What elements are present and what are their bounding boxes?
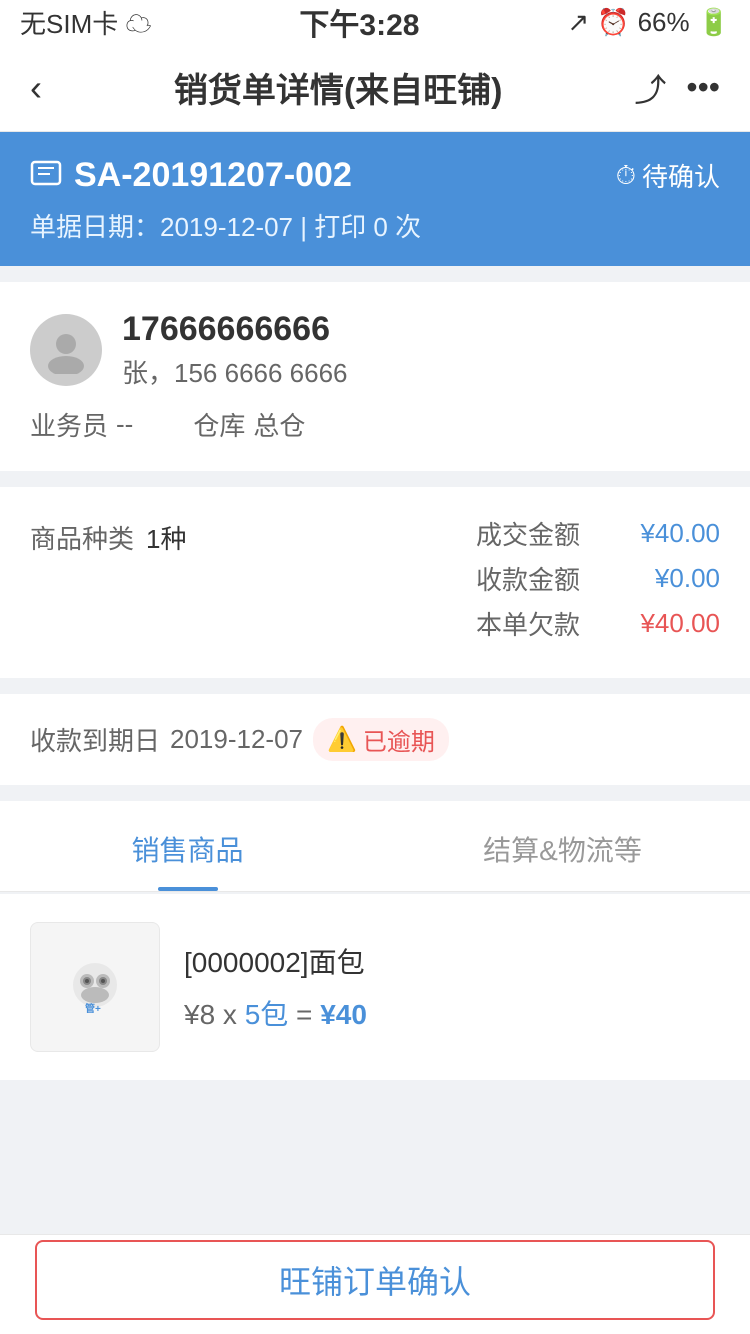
due-card: 收款到期日 2019-12-07 ⚠️ 已逾期: [0, 694, 750, 785]
warning-icon: ⚠️: [327, 725, 357, 754]
overdue-label: 已逾期: [363, 722, 435, 757]
status-bar-time: 下午3:28: [299, 0, 419, 44]
bottom-bar: 旺铺订单确认: [0, 1234, 750, 1334]
warehouse: 仓库 总仓: [193, 406, 305, 443]
nav-bar: ‹ 销货单详情(来自旺铺) ⤴ •••: [0, 44, 750, 132]
order-header-row1: SA-20191207-002 ⏱ 待确认: [30, 156, 720, 195]
tab-settlement[interactable]: 结算&物流等: [375, 801, 750, 891]
sales-rep-label: 业务员: [30, 406, 108, 443]
product-card: 管+ [0000002]面包 ¥8 x 5包 = ¥40: [0, 894, 750, 1080]
svg-text:管+: 管+: [85, 1002, 101, 1015]
share-icon[interactable]: ⤴: [634, 65, 666, 111]
product-type-value: 1种: [146, 519, 186, 556]
amount-row-1: 收款金额 ¥0.00: [476, 560, 720, 597]
nav-actions: ⤴ •••: [634, 65, 720, 111]
tab-sales-product[interactable]: 销售商品: [0, 801, 375, 891]
order-icon: [30, 156, 62, 195]
product-equals: =: [288, 999, 320, 1030]
product-info: [0000002]面包 ¥8 x 5包 = ¥40: [184, 941, 720, 1033]
product-type-label: 商品种类: [30, 519, 134, 556]
amount-value-1: ¥0.00: [600, 563, 720, 594]
status-bar-right: ↗ ⏰ 66% 🔋: [567, 7, 730, 38]
product-price: ¥8 x 5包 = ¥40: [184, 993, 720, 1033]
order-date: 单据日期：2019-12-07 | 打印 0 次: [30, 207, 720, 244]
sales-rep: 业务员 --: [30, 406, 133, 443]
warehouse-label: 仓库: [193, 406, 245, 443]
sim-label: 无SIM卡 ☁: [20, 4, 151, 41]
alarm-icon: ⏰: [597, 7, 629, 38]
warehouse-value: 总仓: [253, 406, 305, 443]
status-bar: 无SIM卡 ☁ 下午3:28 ↗ ⏰ 66% 🔋: [0, 0, 750, 44]
confirm-button[interactable]: 旺铺订单确认: [35, 1240, 715, 1320]
amounts: 成交金额 ¥40.00 收款金额 ¥0.00 本单欠款 ¥40.00: [476, 515, 720, 650]
due-date-value: 2019-12-07: [170, 724, 303, 755]
amount-label-0: 成交金额: [476, 515, 580, 552]
product-qty: 5包: [245, 999, 289, 1030]
clock-icon: ⏱: [616, 160, 636, 192]
product-price-text: ¥8 x: [184, 999, 245, 1030]
product-image: 管+: [30, 922, 160, 1052]
amount-label-1: 收款金额: [476, 560, 580, 597]
status-bar-left: 无SIM卡 ☁: [20, 4, 151, 41]
location-icon: ↗: [567, 7, 589, 38]
summary-card: 商品种类 1种 成交金额 ¥40.00 收款金额 ¥0.00 本单欠款 ¥40.…: [0, 487, 750, 678]
amount-row-0: 成交金额 ¥40.00: [476, 515, 720, 552]
avatar: [30, 314, 102, 386]
back-button[interactable]: ‹: [30, 67, 42, 109]
customer-meta: 业务员 -- 仓库 总仓: [30, 406, 720, 443]
customer-details: 17666666666 张，156 6666 6666: [122, 310, 348, 390]
page-title: 销货单详情(来自旺铺): [174, 63, 503, 112]
amount-value-0: ¥40.00: [600, 518, 720, 549]
product-total: ¥40: [320, 999, 367, 1030]
customer-card: 17666666666 张，156 6666 6666 业务员 -- 仓库 总仓: [0, 282, 750, 471]
amount-label-2: 本单欠款: [476, 605, 580, 642]
amount-value-2: ¥40.00: [600, 608, 720, 639]
due-date-label: 收款到期日: [30, 721, 160, 758]
product-type: 商品种类 1种: [30, 515, 186, 556]
customer-row: 17666666666 张，156 6666 6666: [30, 310, 720, 390]
sales-rep-value: --: [116, 409, 133, 440]
battery-icon: 🔋: [698, 7, 730, 38]
order-status: ⏱ 待确认: [616, 157, 720, 194]
order-header: SA-20191207-002 ⏱ 待确认 单据日期：2019-12-07 | …: [0, 132, 750, 266]
battery-label: 66%: [638, 7, 690, 38]
customer-name: 张，156 6666 6666: [122, 353, 348, 390]
more-icon[interactable]: •••: [686, 69, 720, 106]
order-id: SA-20191207-002: [30, 156, 352, 195]
amount-row-2: 本单欠款 ¥40.00: [476, 605, 720, 642]
product-name: [0000002]面包: [184, 941, 720, 981]
overdue-badge: ⚠️ 已逾期: [313, 718, 449, 761]
tab-bar: 销售商品 结算&物流等: [0, 801, 750, 892]
customer-phone: 17666666666: [122, 310, 348, 349]
